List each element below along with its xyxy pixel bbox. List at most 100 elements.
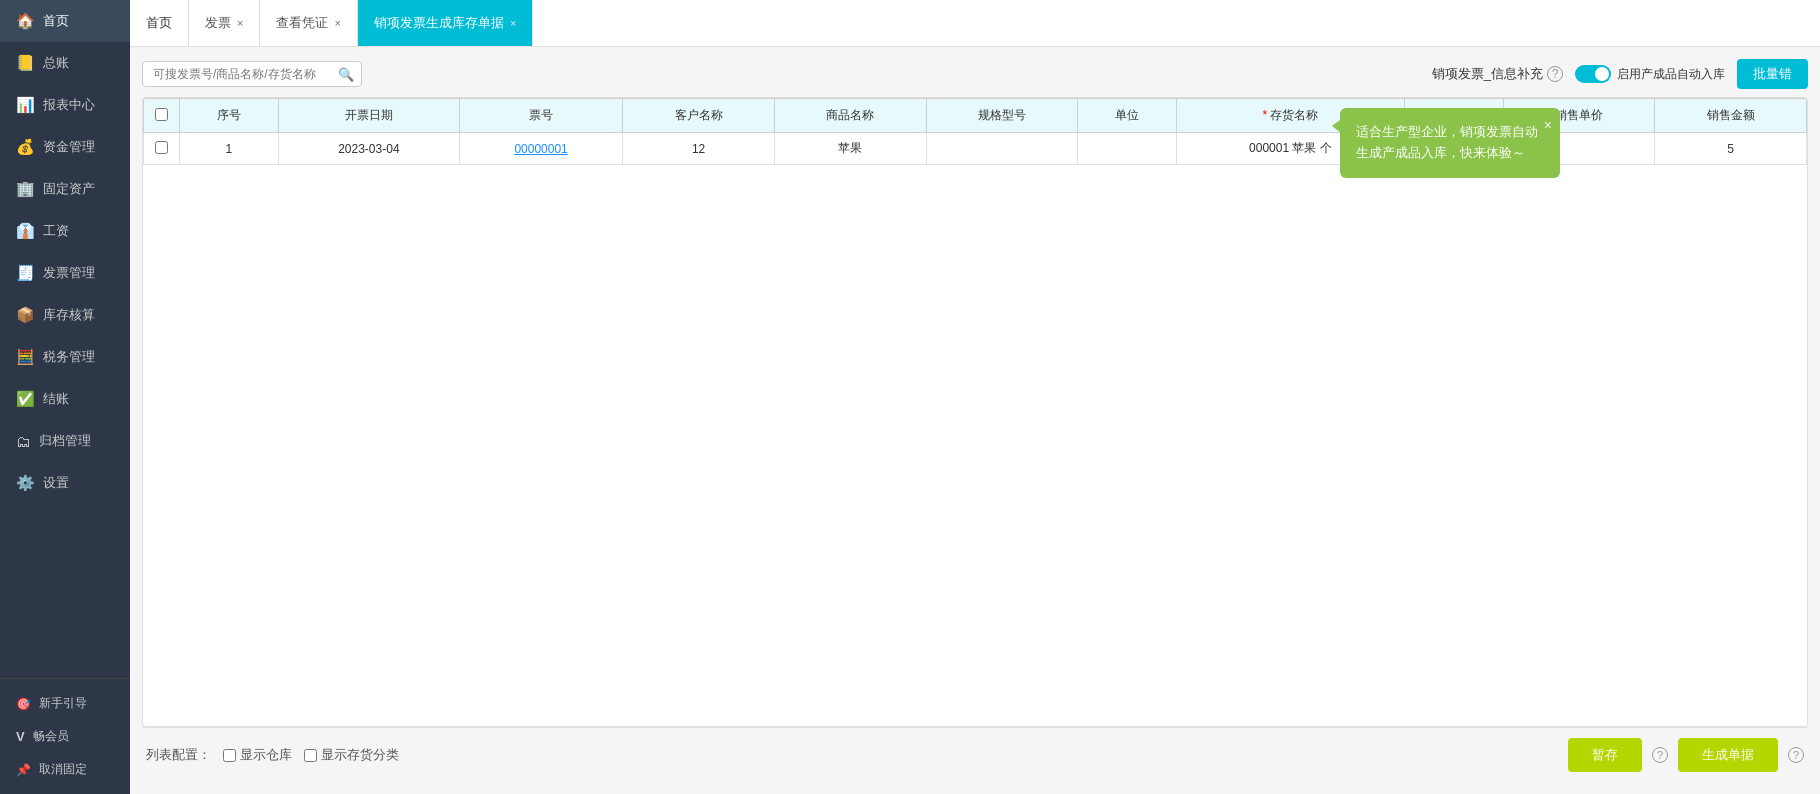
th-unit: 单位 xyxy=(1078,99,1177,133)
auto-warehouse-toggle[interactable] xyxy=(1575,65,1611,83)
cell-unit xyxy=(1078,133,1177,165)
fund-icon: 💰 xyxy=(16,138,35,156)
batch-button[interactable]: 批量错 xyxy=(1737,59,1808,89)
sidebar-label-archive: 归档管理 xyxy=(39,432,91,450)
sidebar-item-inventory[interactable]: 📦 库存核算 xyxy=(0,294,130,336)
sidebar-label-inventory: 库存核算 xyxy=(43,306,95,324)
cell-seq: 1 xyxy=(180,133,279,165)
sidebar-label-settings: 设置 xyxy=(43,474,69,492)
th-date: 开票日期 xyxy=(278,99,459,133)
sidebar-label-fund: 资金管理 xyxy=(43,138,95,156)
newbie-icon: 🎯 xyxy=(16,697,31,711)
tab-voucher-close[interactable]: × xyxy=(334,17,340,29)
sidebar-label-fixed-assets: 固定资产 xyxy=(43,180,95,198)
tab-cancel-invoice[interactable]: 销项发票生成库存单据 × xyxy=(358,0,533,46)
ledger-icon: 📒 xyxy=(16,54,35,72)
toolbar-left: 🔍 xyxy=(142,61,362,87)
cell-customer: 12 xyxy=(623,133,775,165)
sidebar-label-general-ledger: 总账 xyxy=(43,54,69,72)
sidebar-item-newbie[interactable]: 🎯 新手引导 xyxy=(0,687,130,720)
show-warehouse-label[interactable]: 显示仓库 xyxy=(223,746,292,764)
cell-number[interactable]: 00000001 xyxy=(459,133,622,165)
settlement-icon: ✅ xyxy=(16,390,35,408)
sidebar-item-fixed-assets[interactable]: 🏢 固定资产 xyxy=(0,168,130,210)
sidebar-item-pin[interactable]: 📌 取消固定 xyxy=(0,753,130,786)
sidebar-item-home[interactable]: 🏠 首页 xyxy=(0,0,130,42)
th-spec: 规格型号 xyxy=(926,99,1078,133)
footer-config: 列表配置： 显示仓库 显示存货分类 xyxy=(146,746,399,764)
tab-cancel-invoice-label: 销项发票生成库存单据 xyxy=(374,14,504,32)
toolbar-right: 销项发票_信息补充 ? 启用产成品自动入库 批量错 xyxy=(1432,59,1808,89)
sidebar-label-settlement: 结账 xyxy=(43,390,69,408)
tab-home-label: 首页 xyxy=(146,14,172,32)
info-label-text: 销项发票_信息补充 xyxy=(1432,65,1543,83)
tabbar: 首页 发票 × 查看凭证 × 销项发票生成库存单据 × xyxy=(130,0,1820,47)
cell-amount: 5 xyxy=(1655,133,1807,165)
sidebar-label-vip: 畅会员 xyxy=(33,728,69,745)
th-customer: 客户名称 xyxy=(623,99,775,133)
th-number: 票号 xyxy=(459,99,622,133)
tab-invoice[interactable]: 发票 × xyxy=(189,0,260,46)
sidebar-label-invoice: 发票管理 xyxy=(43,264,95,282)
search-input[interactable] xyxy=(142,61,362,87)
search-wrap: 🔍 xyxy=(142,61,362,87)
save-help-icon[interactable]: ? xyxy=(1652,747,1668,763)
page-wrapper: 首页 发票 × 查看凭证 × 销项发票生成库存单据 × 🔍 xyxy=(130,0,1820,794)
archive-icon: 🗂 xyxy=(16,433,31,450)
th-seq: 序号 xyxy=(180,99,279,133)
tooltip-close[interactable]: × xyxy=(1544,114,1552,136)
sidebar-item-settlement[interactable]: ✅ 结账 xyxy=(0,378,130,420)
show-warehouse-text: 显示仓库 xyxy=(240,746,292,764)
th-amount: 销售金额 xyxy=(1655,99,1807,133)
tab-cancel-invoice-close[interactable]: × xyxy=(510,17,516,29)
show-category-text: 显示存货分类 xyxy=(321,746,399,764)
show-category-checkbox[interactable] xyxy=(304,749,317,762)
sidebar-item-fund[interactable]: 💰 资金管理 xyxy=(0,126,130,168)
cell-date: 2023-03-04 xyxy=(278,133,459,165)
invoice-icon: 🧾 xyxy=(16,264,35,282)
toggle-label: 启用产成品自动入库 xyxy=(1617,66,1725,83)
show-warehouse-checkbox[interactable] xyxy=(223,749,236,762)
th-product: 商品名称 xyxy=(774,99,926,133)
home-icon: 🏠 xyxy=(16,12,35,30)
sidebar-item-archive[interactable]: 🗂 归档管理 xyxy=(0,420,130,462)
sidebar-item-hr[interactable]: 👔 工资 xyxy=(0,210,130,252)
hr-icon: 👔 xyxy=(16,222,35,240)
footer: 列表配置： 显示仓库 显示存货分类 暂存 ? 生成单据 ? xyxy=(142,727,1808,782)
sidebar-item-tax[interactable]: 🧮 税务管理 xyxy=(0,336,130,378)
settings-icon: ⚙️ xyxy=(16,474,35,492)
search-icon: 🔍 xyxy=(338,67,354,82)
tooltip-text: 适合生产型企业，销项发票自动生成产成品入库，快来体验～ xyxy=(1356,124,1538,160)
show-category-label[interactable]: 显示存货分类 xyxy=(304,746,399,764)
generate-button[interactable]: 生成单据 xyxy=(1678,738,1778,772)
config-label: 列表配置： xyxy=(146,746,211,764)
sidebar-item-reports[interactable]: 📊 报表中心 xyxy=(0,84,130,126)
reports-icon: 📊 xyxy=(16,96,35,114)
tab-home[interactable]: 首页 xyxy=(130,0,189,46)
info-label: 销项发票_信息补充 ? xyxy=(1432,65,1563,83)
toolbar: 🔍 销项发票_信息补充 ? 启用产成品自动入库 批量错 xyxy=(142,59,1808,89)
sidebar-label-newbie: 新手引导 xyxy=(39,695,87,712)
content-area: 🔍 销项发票_信息补充 ? 启用产成品自动入库 批量错 xyxy=(130,47,1820,794)
select-all-checkbox[interactable] xyxy=(155,108,168,121)
sidebar-item-settings[interactable]: ⚙️ 设置 xyxy=(0,462,130,504)
tab-invoice-close[interactable]: × xyxy=(237,17,243,29)
sidebar-label-pin: 取消固定 xyxy=(39,761,87,778)
footer-actions: 暂存 ? 生成单据 ? xyxy=(1568,738,1804,772)
vip-icon: V xyxy=(16,729,25,744)
generate-help-icon[interactable]: ? xyxy=(1788,747,1804,763)
tab-voucher-label: 查看凭证 xyxy=(276,14,328,32)
sidebar-bottom: 🎯 新手引导 V 畅会员 📌 取消固定 xyxy=(0,678,130,794)
save-button[interactable]: 暂存 xyxy=(1568,738,1642,772)
toggle-wrap: 启用产成品自动入库 xyxy=(1575,65,1725,83)
sidebar-label-hr: 工资 xyxy=(43,222,69,240)
tab-voucher[interactable]: 查看凭证 × xyxy=(260,0,357,46)
sidebar-label-home: 首页 xyxy=(43,12,69,30)
info-help-icon[interactable]: ? xyxy=(1547,66,1563,82)
sidebar-item-vip[interactable]: V 畅会员 xyxy=(0,720,130,753)
sidebar-item-invoice[interactable]: 🧾 发票管理 xyxy=(0,252,130,294)
sidebar-item-general-ledger[interactable]: 📒 总账 xyxy=(0,42,130,84)
assets-icon: 🏢 xyxy=(16,180,35,198)
cell-checkbox[interactable] xyxy=(144,133,180,165)
row-checkbox[interactable] xyxy=(155,141,168,154)
